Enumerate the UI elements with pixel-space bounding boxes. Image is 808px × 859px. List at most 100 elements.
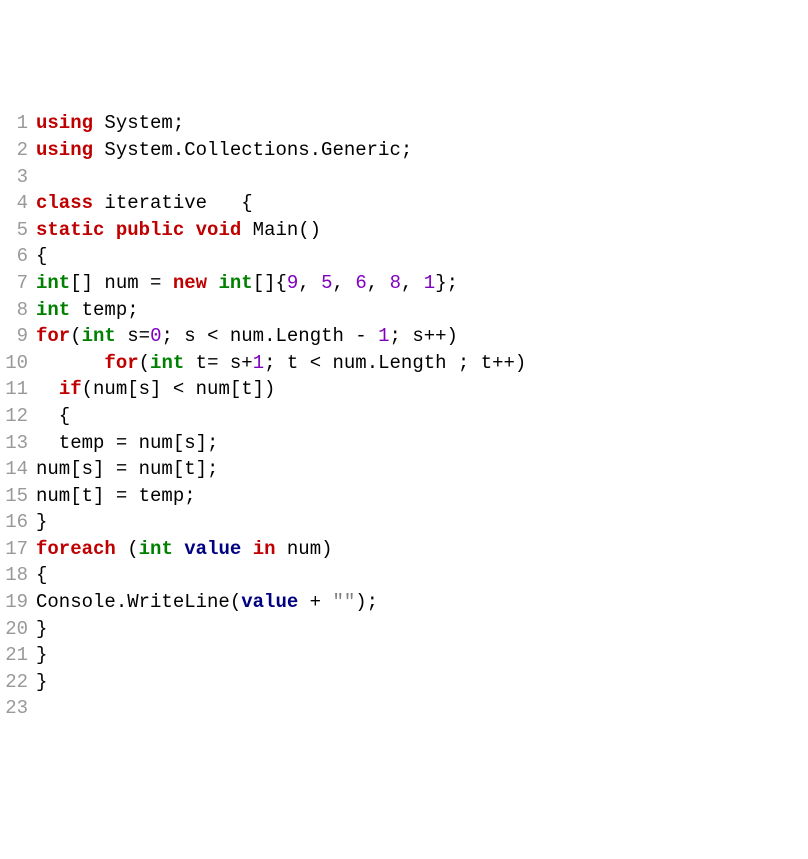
code-line[interactable]: 5static public void Main() bbox=[0, 217, 808, 244]
code-content[interactable]: temp = num[s]; bbox=[36, 430, 808, 457]
token-plain bbox=[184, 219, 195, 241]
line-number: 1 bbox=[0, 110, 36, 137]
token-num-lit: 0 bbox=[150, 325, 161, 347]
code-line[interactable]: 11 if(num[s] < num[t]) bbox=[0, 376, 808, 403]
token-plain: , bbox=[367, 272, 390, 294]
token-plain: } bbox=[36, 618, 47, 640]
code-line[interactable]: 23 bbox=[0, 695, 808, 722]
code-content[interactable]: using System.Collections.Generic; bbox=[36, 137, 808, 164]
code-content[interactable]: } bbox=[36, 642, 808, 669]
token-kw-red: void bbox=[196, 219, 242, 241]
token-plain: }; bbox=[435, 272, 458, 294]
token-plain bbox=[173, 538, 184, 560]
code-content[interactable]: } bbox=[36, 669, 808, 696]
line-number: 16 bbox=[0, 509, 36, 536]
code-content[interactable]: Console.WriteLine(value + ""); bbox=[36, 589, 808, 616]
token-plain: ; t < num.Length ; t++) bbox=[264, 352, 526, 374]
token-kw-blue: value bbox=[184, 538, 241, 560]
code-line[interactable]: 13 temp = num[s]; bbox=[0, 430, 808, 457]
code-line[interactable]: 8int temp; bbox=[0, 297, 808, 324]
code-line[interactable]: 17foreach (int value in num) bbox=[0, 536, 808, 563]
line-number: 5 bbox=[0, 217, 36, 244]
code-line[interactable]: 10 for(int t= s+1; t < num.Length ; t++) bbox=[0, 350, 808, 377]
token-plain: + bbox=[298, 591, 332, 613]
token-plain: , bbox=[401, 272, 424, 294]
token-plain bbox=[36, 352, 104, 374]
token-plain bbox=[207, 272, 218, 294]
token-plain: { bbox=[36, 245, 47, 267]
token-plain: t= s+ bbox=[184, 352, 252, 374]
code-line[interactable]: 7int[] num = new int[]{9, 5, 6, 8, 1}; bbox=[0, 270, 808, 297]
token-plain bbox=[104, 219, 115, 241]
line-number: 8 bbox=[0, 297, 36, 324]
code-content[interactable]: foreach (int value in num) bbox=[36, 536, 808, 563]
token-plain: num[s] = num[t]; bbox=[36, 458, 218, 480]
token-kw-red: foreach bbox=[36, 538, 116, 560]
token-plain: ; s++) bbox=[390, 325, 458, 347]
code-editor[interactable]: 1using System;2using System.Collections.… bbox=[0, 110, 808, 722]
line-number: 9 bbox=[0, 323, 36, 350]
line-number: 7 bbox=[0, 270, 36, 297]
token-plain: ( bbox=[116, 538, 139, 560]
code-line[interactable]: 2using System.Collections.Generic; bbox=[0, 137, 808, 164]
code-line[interactable]: 15num[t] = temp; bbox=[0, 483, 808, 510]
token-plain: num) bbox=[276, 538, 333, 560]
token-plain: ); bbox=[355, 591, 378, 613]
token-plain: (num[s] < num[t]) bbox=[82, 378, 276, 400]
token-plain: , bbox=[298, 272, 321, 294]
code-content[interactable]: num[t] = temp; bbox=[36, 483, 808, 510]
code-content[interactable]: num[s] = num[t]; bbox=[36, 456, 808, 483]
token-plain: System.Collections.Generic; bbox=[93, 139, 412, 161]
token-plain: ( bbox=[139, 352, 150, 374]
code-content[interactable]: class iterative { bbox=[36, 190, 808, 217]
code-content[interactable]: using System; bbox=[36, 110, 808, 137]
code-line[interactable]: 22} bbox=[0, 669, 808, 696]
token-plain: Main() bbox=[241, 219, 321, 241]
token-kw-green: int bbox=[150, 352, 184, 374]
code-line[interactable]: 21} bbox=[0, 642, 808, 669]
line-number: 13 bbox=[0, 430, 36, 457]
code-content[interactable]: for(int s=0; s < num.Length - 1; s++) bbox=[36, 323, 808, 350]
code-line[interactable]: 14num[s] = num[t]; bbox=[0, 456, 808, 483]
code-content[interactable]: static public void Main() bbox=[36, 217, 808, 244]
code-content[interactable]: { bbox=[36, 403, 808, 430]
token-kw-red: if bbox=[59, 378, 82, 400]
code-content[interactable]: for(int t= s+1; t < num.Length ; t++) bbox=[36, 350, 808, 377]
code-line[interactable]: 4class iterative { bbox=[0, 190, 808, 217]
line-number: 19 bbox=[0, 589, 36, 616]
code-content[interactable]: { bbox=[36, 243, 808, 270]
code-content[interactable]: } bbox=[36, 616, 808, 643]
token-plain: } bbox=[36, 511, 47, 533]
token-plain: s= bbox=[116, 325, 150, 347]
token-plain: num[t] = temp; bbox=[36, 485, 196, 507]
code-content[interactable]: int[] num = new int[]{9, 5, 6, 8, 1}; bbox=[36, 270, 808, 297]
token-num-lit: 6 bbox=[355, 272, 366, 294]
token-kw-red: public bbox=[116, 219, 184, 241]
line-number: 14 bbox=[0, 456, 36, 483]
code-line[interactable]: 20} bbox=[0, 616, 808, 643]
code-line[interactable]: 12 { bbox=[0, 403, 808, 430]
token-kw-red: static bbox=[36, 219, 104, 241]
token-kw-green: int bbox=[139, 538, 173, 560]
code-content[interactable]: { bbox=[36, 562, 808, 589]
code-line[interactable]: 1using System; bbox=[0, 110, 808, 137]
token-kw-green: int bbox=[36, 299, 70, 321]
line-number: 2 bbox=[0, 137, 36, 164]
line-number: 10 bbox=[0, 350, 36, 377]
code-line[interactable]: 6{ bbox=[0, 243, 808, 270]
code-line[interactable]: 9for(int s=0; s < num.Length - 1; s++) bbox=[0, 323, 808, 350]
line-number: 3 bbox=[0, 164, 36, 191]
token-kw-green: int bbox=[218, 272, 252, 294]
code-content[interactable]: int temp; bbox=[36, 297, 808, 324]
line-number: 4 bbox=[0, 190, 36, 217]
code-line[interactable]: 3 bbox=[0, 164, 808, 191]
token-num-lit: 1 bbox=[378, 325, 389, 347]
code-content[interactable]: if(num[s] < num[t]) bbox=[36, 376, 808, 403]
code-line[interactable]: 16} bbox=[0, 509, 808, 536]
code-line[interactable]: 19Console.WriteLine(value + ""); bbox=[0, 589, 808, 616]
line-number: 18 bbox=[0, 562, 36, 589]
token-kw-green: int bbox=[36, 272, 70, 294]
code-content[interactable]: } bbox=[36, 509, 808, 536]
token-kw-blue: value bbox=[241, 591, 298, 613]
code-line[interactable]: 18{ bbox=[0, 562, 808, 589]
